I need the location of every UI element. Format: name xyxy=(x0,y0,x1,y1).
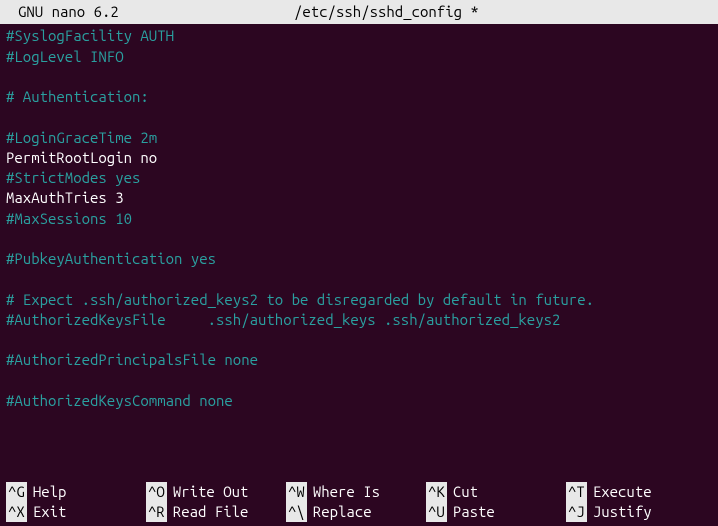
shortcut-justify[interactable]: ^JJustify xyxy=(566,502,706,522)
shortcut-where-is[interactable]: ^WWhere Is xyxy=(286,482,426,502)
shortcut-label: Where Is xyxy=(307,482,380,502)
editor-line[interactable] xyxy=(6,67,712,87)
editor-line[interactable]: #SyslogFacility AUTH xyxy=(6,26,712,46)
editor-line[interactable]: # Expect .ssh/authorized_keys2 to be dis… xyxy=(6,290,712,310)
editor-line[interactable] xyxy=(6,229,712,249)
editor-line[interactable]: #AuthorizedKeysFile .ssh/authorized_keys… xyxy=(6,310,712,330)
editor-line[interactable]: #PubkeyAuthentication yes xyxy=(6,249,712,269)
shortcuts-row-1: ^GHelp^OWrite Out^WWhere Is^KCut^TExecut… xyxy=(6,482,712,502)
shortcut-read-file[interactable]: ^RRead File xyxy=(146,502,286,522)
shortcut-key: ^K xyxy=(426,482,447,502)
shortcut-key: ^J xyxy=(566,502,587,522)
editor-line[interactable]: PermitRootLogin no xyxy=(6,148,712,168)
shortcut-label: Justify xyxy=(587,502,652,522)
shortcut-key: ^U xyxy=(426,502,447,522)
shortcut-key: ^\ xyxy=(286,502,307,522)
shortcut-paste[interactable]: ^UPaste xyxy=(426,502,566,522)
shortcut-label: Read File xyxy=(167,502,249,522)
editor-line[interactable]: #AuthorizedKeysCommand none xyxy=(6,391,712,411)
shortcuts-row-2: ^XExit^RRead File^\Replace^UPaste^JJusti… xyxy=(6,502,712,522)
editor-line[interactable]: #AuthorizedPrincipalsFile none xyxy=(6,350,712,370)
editor-content[interactable]: #SyslogFacility AUTH#LogLevel INFO # Aut… xyxy=(0,24,718,411)
editor-line[interactable]: # Authentication: xyxy=(6,87,712,107)
shortcut-key: ^X xyxy=(6,502,27,522)
shortcut-label: Replace xyxy=(307,502,372,522)
shortcut-key: ^W xyxy=(286,482,307,502)
shortcut-label: Execute xyxy=(587,482,652,502)
editor-line[interactable] xyxy=(6,371,712,391)
app-name: GNU nano 6.2 xyxy=(4,2,119,22)
shortcut-cut[interactable]: ^KCut xyxy=(426,482,566,502)
shortcut-label: Cut xyxy=(447,482,478,502)
shortcut-execute[interactable]: ^TExecute xyxy=(566,482,706,502)
shortcut-label: Help xyxy=(27,482,67,502)
shortcut-exit[interactable]: ^XExit xyxy=(6,502,146,522)
editor-line[interactable] xyxy=(6,269,712,289)
shortcut-replace[interactable]: ^\Replace xyxy=(286,502,426,522)
shortcut-key: ^R xyxy=(146,502,167,522)
shortcut-key: ^O xyxy=(146,482,167,502)
editor-line[interactable]: #MaxSessions 10 xyxy=(6,209,712,229)
shortcut-key: ^T xyxy=(566,482,587,502)
file-name: /etc/ssh/sshd_config * xyxy=(119,2,714,22)
shortcut-write-out[interactable]: ^OWrite Out xyxy=(146,482,286,502)
shortcut-label: Paste xyxy=(447,502,495,522)
shortcuts-bar: ^GHelp^OWrite Out^WWhere Is^KCut^TExecut… xyxy=(0,482,718,523)
editor-line[interactable]: #LogLevel INFO xyxy=(6,47,712,67)
editor-line[interactable]: #LoginGraceTime 2m xyxy=(6,128,712,148)
editor-line[interactable]: #StrictModes yes xyxy=(6,168,712,188)
editor-line[interactable] xyxy=(6,107,712,127)
shortcut-label: Exit xyxy=(27,502,67,522)
shortcut-key: ^G xyxy=(6,482,27,502)
title-bar: GNU nano 6.2 /etc/ssh/sshd_config * xyxy=(0,0,718,24)
editor-line[interactable] xyxy=(6,330,712,350)
editor-line[interactable]: MaxAuthTries 3 xyxy=(6,188,712,208)
shortcut-help[interactable]: ^GHelp xyxy=(6,482,146,502)
shortcut-label: Write Out xyxy=(167,482,249,502)
